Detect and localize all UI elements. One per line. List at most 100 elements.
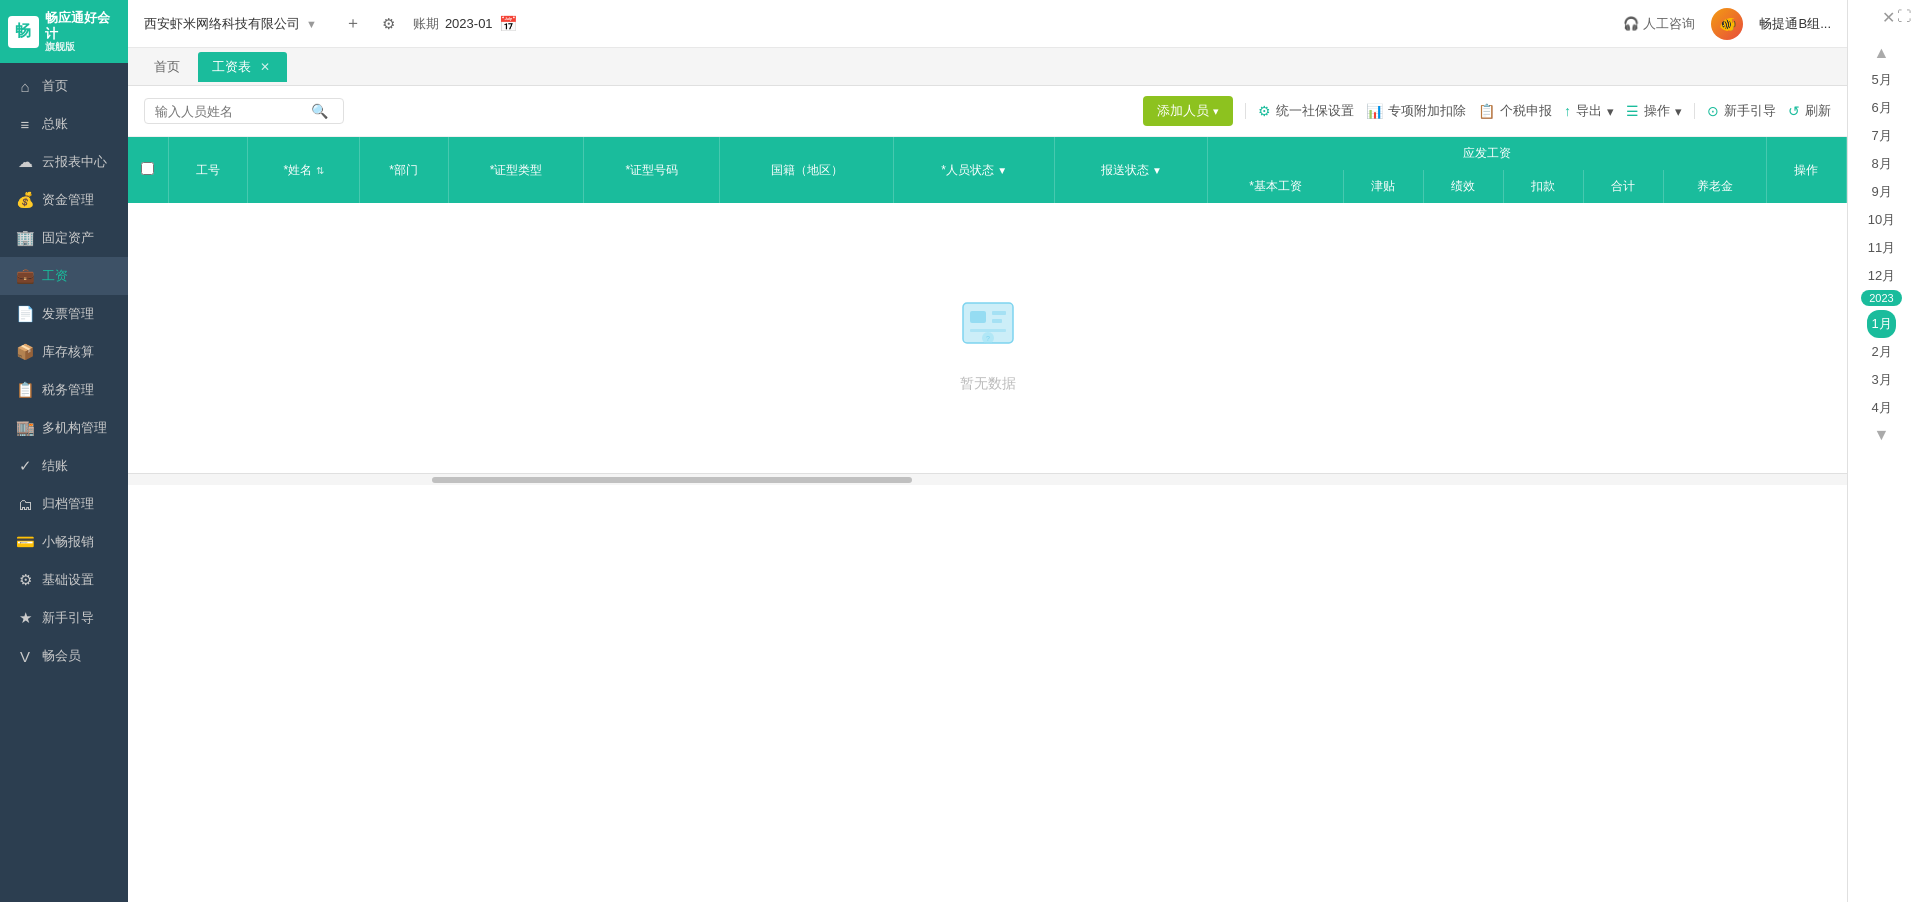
sidebar-item-settings[interactable]: ⚙ 基础设置 [0, 561, 128, 599]
th-operation: 操作 [1766, 137, 1846, 203]
empty-illustration: ? [948, 283, 1028, 363]
guide-button[interactable]: ⊙ 新手引导 [1707, 102, 1776, 120]
social-security-button[interactable]: ⚙ 统一社保设置 [1258, 102, 1354, 120]
topbar-add-button[interactable]: ＋ [341, 12, 365, 36]
tabbar: 首页工资表✕ [128, 48, 1847, 86]
search-icon[interactable]: 🔍 [311, 103, 328, 119]
year-badge: 2023 [1861, 290, 1901, 306]
scrollbar-thumb[interactable] [432, 477, 912, 483]
export-button[interactable]: ↑ 导出 ▾ [1564, 102, 1614, 120]
sidebar-item-fund[interactable]: 💰资金管理 [0, 181, 128, 219]
main-area: 西安虾米网络科技有限公司 ▼ ＋ ⚙ 账期 2023-01 📅 🎧 人工咨询 🐠… [128, 0, 1847, 902]
sidebar-item-home[interactable]: ⌂ 首页 [0, 67, 128, 105]
sidebar-label-vip: 畅会员 [42, 647, 81, 665]
filter-status-icon[interactable]: ▼ [997, 165, 1007, 176]
th-allowance: 津贴 [1343, 170, 1423, 203]
tab-home[interactable]: 首页 [140, 52, 194, 82]
sidebar-item-multi-org[interactable]: 🏬多机构管理 [0, 409, 128, 447]
month-item-prev-10月[interactable]: 10月 [1864, 206, 1899, 234]
month-item-curr-2月[interactable]: 2月 [1861, 338, 1901, 366]
archive-icon: 🗂 [16, 496, 34, 513]
calendar-icon[interactable]: 📅 [499, 15, 518, 33]
sidebar-label-expense: 小畅报销 [42, 533, 94, 551]
table-wrap[interactable]: 工号 *姓名 ⇅ *部门 *证型类型 *证型号码 [128, 137, 1847, 902]
company-selector[interactable]: 西安虾米网络科技有限公司 ▼ [144, 15, 317, 33]
sidebar-item-tax[interactable]: 📋税务管理 [0, 371, 128, 409]
sidebar-label-fund: 资金管理 [42, 191, 94, 209]
guide-icon: ★ [16, 609, 34, 627]
select-all-checkbox[interactable] [141, 162, 154, 175]
headset-icon: 🎧 [1623, 16, 1639, 31]
svg-rect-3 [992, 319, 1002, 323]
search-input-wrap[interactable]: 🔍 [144, 98, 344, 124]
inventory-icon: 📦 [16, 343, 34, 361]
th-status: *人员状态 ▼ [893, 137, 1055, 203]
sidebar-item-ledger[interactable]: ≡ 总账 [0, 105, 128, 143]
filter-report-icon[interactable]: ▼ [1152, 165, 1162, 176]
human-service-label: 人工咨询 [1643, 15, 1695, 33]
tax-icon: 📋 [1478, 103, 1495, 119]
social-security-icon: ⚙ [1258, 103, 1271, 119]
panel-expand-icon[interactable]: ⛶ [1897, 8, 1911, 27]
sidebar-item-invoice[interactable]: 📄发票管理 [0, 295, 128, 333]
month-item-prev-5月[interactable]: 5月 [1864, 66, 1899, 94]
horizontal-scrollbar[interactable] [128, 473, 1847, 485]
sidebar-item-close[interactable]: ✓结账 [0, 447, 128, 485]
month-item-prev-11月[interactable]: 11月 [1864, 234, 1899, 262]
tab-salary-table[interactable]: 工资表✕ [198, 52, 287, 82]
sidebar-item-cloud-report[interactable]: ☁云报表中心 [0, 143, 128, 181]
fixed-assets-icon: 🏢 [16, 229, 34, 247]
human-service-button[interactable]: 🎧 人工咨询 [1623, 15, 1695, 33]
panel-down-arrow[interactable]: ▼ [1874, 422, 1890, 448]
sidebar-label-home: 首页 [42, 77, 68, 95]
panel-close-icon[interactable]: ✕ [1882, 8, 1895, 27]
special-deduct-icon: 📊 [1366, 103, 1383, 119]
month-item-prev-12月[interactable]: 12月 [1864, 262, 1899, 290]
operation-button[interactable]: ☰ 操作 ▾ [1626, 102, 1682, 120]
export-icon: ↑ [1564, 103, 1571, 119]
th-department: *部门 [359, 137, 448, 203]
topbar-settings-button[interactable]: ⚙ [377, 12, 401, 36]
sidebar-item-guide[interactable]: ★ 新手引导 [0, 599, 128, 637]
settings-icon: ⚙ [16, 571, 34, 589]
home-icon: ⌂ [16, 78, 34, 95]
sidebar-label-ledger: 总账 [42, 115, 68, 133]
sidebar-item-archive[interactable]: 🗂归档管理 [0, 485, 128, 523]
user-avatar[interactable]: 🐠 [1711, 8, 1743, 40]
sidebar-item-salary[interactable]: 💼工资 [0, 257, 128, 295]
th-checkbox[interactable] [128, 137, 168, 203]
tab-close-salary-table[interactable]: ✕ [257, 59, 273, 75]
tax-button[interactable]: 📋 个税申报 [1478, 102, 1552, 120]
month-item-prev-8月[interactable]: 8月 [1864, 150, 1899, 178]
special-deduct-button[interactable]: 📊 专项附加扣除 [1366, 102, 1466, 120]
search-input[interactable] [155, 104, 305, 119]
sidebar-label-settings: 基础设置 [42, 571, 94, 589]
ledger-icon: ≡ [16, 116, 34, 133]
period-value: 2023-01 [445, 16, 493, 31]
sort-name-icon[interactable]: ⇅ [316, 165, 324, 176]
th-id-number: *证型号码 [584, 137, 720, 203]
month-item-curr-3月[interactable]: 3月 [1861, 366, 1901, 394]
sidebar-label-inventory: 库存核算 [42, 343, 94, 361]
sidebar-item-fixed-assets[interactable]: 🏢固定资产 [0, 219, 128, 257]
month-item-prev-7月[interactable]: 7月 [1864, 122, 1899, 150]
export-dropdown-icon: ▾ [1607, 104, 1614, 119]
month-item-curr-4月[interactable]: 4月 [1861, 394, 1901, 422]
topbar-period: 账期 2023-01 📅 [413, 15, 518, 33]
refresh-button[interactable]: ↺ 刷新 [1788, 102, 1831, 120]
logo-title: 畅应通好会计 [45, 10, 120, 41]
month-item-curr-1月[interactable]: 1月 [1867, 310, 1895, 338]
sidebar-item-expense[interactable]: 💳小畅报销 [0, 523, 128, 561]
sidebar-label-invoice: 发票管理 [42, 305, 94, 323]
add-person-button[interactable]: 添加人员 ▾ [1143, 96, 1233, 126]
sidebar-item-vip[interactable]: V畅会员 [0, 637, 128, 675]
sidebar-label-guide: 新手引导 [42, 609, 94, 627]
panel-up-arrow[interactable]: ▲ [1874, 40, 1890, 66]
th-salary-group: 应发工资 [1208, 137, 1767, 170]
month-item-prev-9月[interactable]: 9月 [1864, 178, 1899, 206]
th-performance: 绩效 [1423, 170, 1503, 203]
data-table: 工号 *姓名 ⇅ *部门 *证型类型 *证型号码 [128, 137, 1847, 203]
month-item-prev-6月[interactable]: 6月 [1864, 94, 1899, 122]
svg-rect-2 [992, 311, 1006, 315]
sidebar-item-inventory[interactable]: 📦 库存核算 [0, 333, 128, 371]
